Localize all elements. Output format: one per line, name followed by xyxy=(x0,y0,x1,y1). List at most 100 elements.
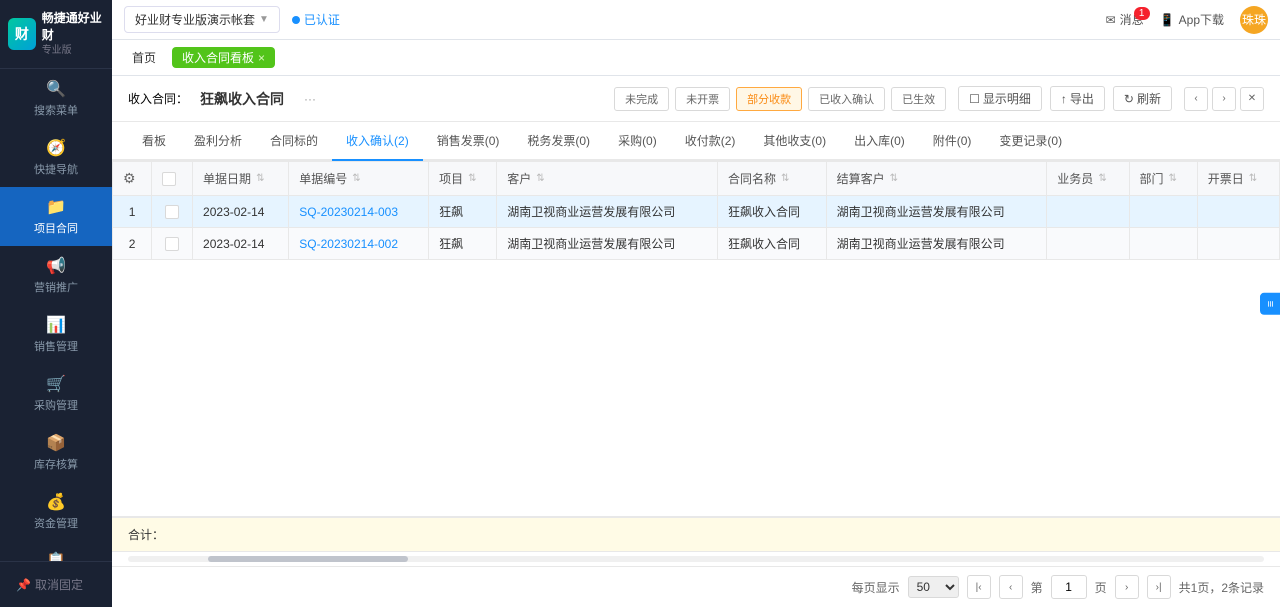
total-label: 合计： xyxy=(128,528,164,542)
sub-tab-item[interactable]: 销售发票(0) xyxy=(423,122,514,161)
more-button[interactable]: ··· xyxy=(296,90,324,108)
sub-tab-item[interactable]: 盈利分析 xyxy=(180,122,256,161)
per-page-select[interactable]: 2050100 xyxy=(908,576,959,598)
table-area[interactable]: ⚙单据日期⇅单据编号⇅项目⇅客户⇅合同名称⇅结算客户⇅业务员⇅部门⇅开票日⇅12… xyxy=(112,161,1280,516)
show-detail-checkbox[interactable]: ☐ 显示明细 xyxy=(958,86,1042,111)
sort-icon[interactable]: ⇅ xyxy=(536,173,544,184)
sub-tabs: 看板盈利分析合同标的收入确认(2)销售发票(0)税务发票(0)采购(0)收付款(… xyxy=(112,122,1280,161)
status-filter-button[interactable]: 未完成 xyxy=(614,87,669,111)
page-input[interactable] xyxy=(1051,575,1087,599)
table-row[interactable]: 22023-02-14SQ-20230214-002狂飙湖南卫视商业运营发展有限… xyxy=(113,228,1280,260)
nav-prev-arrow[interactable]: ‹ xyxy=(1184,87,1208,111)
sidebar-bottom: 📌 取消固定 xyxy=(0,561,112,607)
home-tab[interactable]: 首页 xyxy=(120,43,168,72)
active-tab[interactable]: 收入合同看板 × xyxy=(172,47,275,68)
sort-icon[interactable]: ⇅ xyxy=(1098,173,1106,184)
table-cell[interactable]: SQ-20230214-002 xyxy=(289,228,429,260)
company-name: 好业财专业版演示帐套 xyxy=(135,11,255,28)
float-side-button[interactable]: ≡ xyxy=(1260,292,1280,314)
row-checkbox[interactable] xyxy=(165,237,179,251)
table-header-合同名称[interactable]: 合同名称 ⇅ xyxy=(717,162,826,196)
table-header-单据日期[interactable]: 单据日期⇅ xyxy=(193,162,289,196)
table-row[interactable]: 12023-02-14SQ-20230214-003狂飙湖南卫视商业运营发展有限… xyxy=(113,196,1280,228)
status-filter-button[interactable]: 部分收款 xyxy=(736,87,802,111)
export-button[interactable]: ↑ 导出 xyxy=(1050,86,1105,111)
nav-item-icon: 🔍 xyxy=(46,79,66,99)
sidebar-nav-item[interactable]: 📁项目合同 xyxy=(0,187,112,246)
sidebar-nav-item[interactable]: 💰资金管理 xyxy=(0,482,112,541)
sort-icon[interactable]: ⇅ xyxy=(1169,173,1177,184)
close-tab-icon[interactable]: × xyxy=(258,51,265,65)
sort-icon[interactable]: ⇅ xyxy=(352,173,360,184)
sub-tab-item[interactable]: 收付款(2) xyxy=(671,122,750,161)
nav-item-label: 资金管理 xyxy=(34,515,78,531)
data-table: ⚙单据日期⇅单据编号⇅项目⇅客户⇅合同名称⇅结算客户⇅业务员⇅部门⇅开票日⇅12… xyxy=(112,161,1280,260)
sidebar: 财 畅捷通好业财 专业版 🔍搜索菜单🧭快捷导航📁项目合同📢营销推广📊销售管理🛒采… xyxy=(0,0,112,607)
user-avatar-area[interactable]: 珠珠 xyxy=(1240,6,1268,34)
sidebar-nav-item[interactable]: 🛒采购管理 xyxy=(0,364,112,423)
order-link[interactable]: SQ-20230214-002 xyxy=(299,237,398,251)
sub-tab-item[interactable]: 附件(0) xyxy=(919,122,986,161)
sub-tab-item[interactable]: 变更记录(0) xyxy=(985,122,1076,161)
sub-tab-item[interactable]: 出入库(0) xyxy=(840,122,919,161)
company-selector[interactable]: 好业财专业版演示帐套 ▼ xyxy=(124,6,280,33)
sidebar-nav-item[interactable]: 📢营销推广 xyxy=(0,246,112,305)
sidebar-nav-item[interactable]: 📦库存核算 xyxy=(0,423,112,482)
first-page-button[interactable]: |‹ xyxy=(967,575,991,599)
unpin-button[interactable]: 📌 取消固定 xyxy=(8,570,104,599)
status-filter-button[interactable]: 已收入确认 xyxy=(808,87,885,111)
table-cell xyxy=(1197,196,1279,228)
sort-icon[interactable]: ⇅ xyxy=(781,173,789,184)
col-label: 项目 xyxy=(439,170,463,187)
sidebar-nav-item[interactable]: 🔍搜索菜单 xyxy=(0,69,112,128)
sort-icon[interactable]: ⇅ xyxy=(1249,173,1257,184)
status-filter-button[interactable]: 已生效 xyxy=(891,87,946,111)
table-header-开票日[interactable]: 开票日⇅ xyxy=(1197,162,1279,196)
sort-icon[interactable]: ⇅ xyxy=(468,173,476,184)
table-header-项目[interactable]: 项目 ⇅ xyxy=(429,162,497,196)
sub-tab-item[interactable]: 其他收支(0) xyxy=(749,122,840,161)
sort-icon[interactable]: ⇅ xyxy=(890,173,898,184)
settings-icon[interactable]: ⚙ xyxy=(123,170,136,187)
scroll-bar-track[interactable] xyxy=(128,556,1264,562)
status-filter-button[interactable]: 未开票 xyxy=(675,87,730,111)
select-all-checkbox[interactable] xyxy=(162,172,176,186)
row-checkbox[interactable] xyxy=(165,205,179,219)
col-label: 业务员 xyxy=(1057,170,1093,187)
refresh-button[interactable]: ↻ 刷新 xyxy=(1113,86,1172,111)
col-label: 合同名称 xyxy=(728,170,776,187)
scroll-bar-area[interactable] xyxy=(112,551,1280,566)
table-header-客户[interactable]: 客户⇅ xyxy=(497,162,718,196)
sort-icon[interactable]: ⇅ xyxy=(256,173,264,184)
message-button[interactable]: ✉ 消息 1 xyxy=(1106,11,1144,28)
table-cell[interactable]: SQ-20230214-003 xyxy=(289,196,429,228)
sidebar-nav-item[interactable]: 📊销售管理 xyxy=(0,305,112,364)
table-header-部门[interactable]: 部门⇅ xyxy=(1129,162,1197,196)
next-page-button[interactable]: › xyxy=(1115,575,1139,599)
sub-tab-item[interactable]: 采购(0) xyxy=(604,122,671,161)
page-label: 第 xyxy=(1031,579,1043,596)
close-page-button[interactable]: ✕ xyxy=(1240,87,1264,111)
scroll-bar-thumb[interactable] xyxy=(208,556,408,562)
order-link[interactable]: SQ-20230214-003 xyxy=(299,205,398,219)
nav-item-label: 采购管理 xyxy=(34,397,78,413)
sub-tab-item[interactable]: 合同标的 xyxy=(256,122,332,161)
content-area: 首页 收入合同看板 × 收入合同： 狂飙收入合同 ··· 未完成未开票部分收款已… xyxy=(112,40,1280,607)
message-badge: 1 xyxy=(1134,7,1150,20)
sidebar-nav-item[interactable]: 📋总账管理 xyxy=(0,541,112,561)
prev-page-button[interactable]: ‹ xyxy=(999,575,1023,599)
sidebar-nav-item[interactable]: 🧭快捷导航 xyxy=(0,128,112,187)
sub-tab-item[interactable]: 税务发票(0) xyxy=(513,122,604,161)
nav-item-icon: 🧭 xyxy=(46,138,66,158)
table-header-业务员[interactable]: 业务员 ⇅ xyxy=(1047,162,1129,196)
table-header-单据编号[interactable]: 单据编号⇅ xyxy=(289,162,429,196)
table-cell xyxy=(1129,228,1197,260)
table-cell: 狂飙 xyxy=(429,228,497,260)
last-page-button[interactable]: ›| xyxy=(1147,575,1171,599)
nav-next-arrow[interactable]: › xyxy=(1212,87,1236,111)
sub-tab-item[interactable]: 收入确认(2) xyxy=(332,122,423,161)
app-download-button[interactable]: 📱 App下载 xyxy=(1160,11,1224,28)
sub-tab-item[interactable]: 看板 xyxy=(128,122,180,161)
table-header-结算客户[interactable]: 结算客户⇅ xyxy=(826,162,1047,196)
avatar: 珠珠 xyxy=(1240,6,1268,34)
